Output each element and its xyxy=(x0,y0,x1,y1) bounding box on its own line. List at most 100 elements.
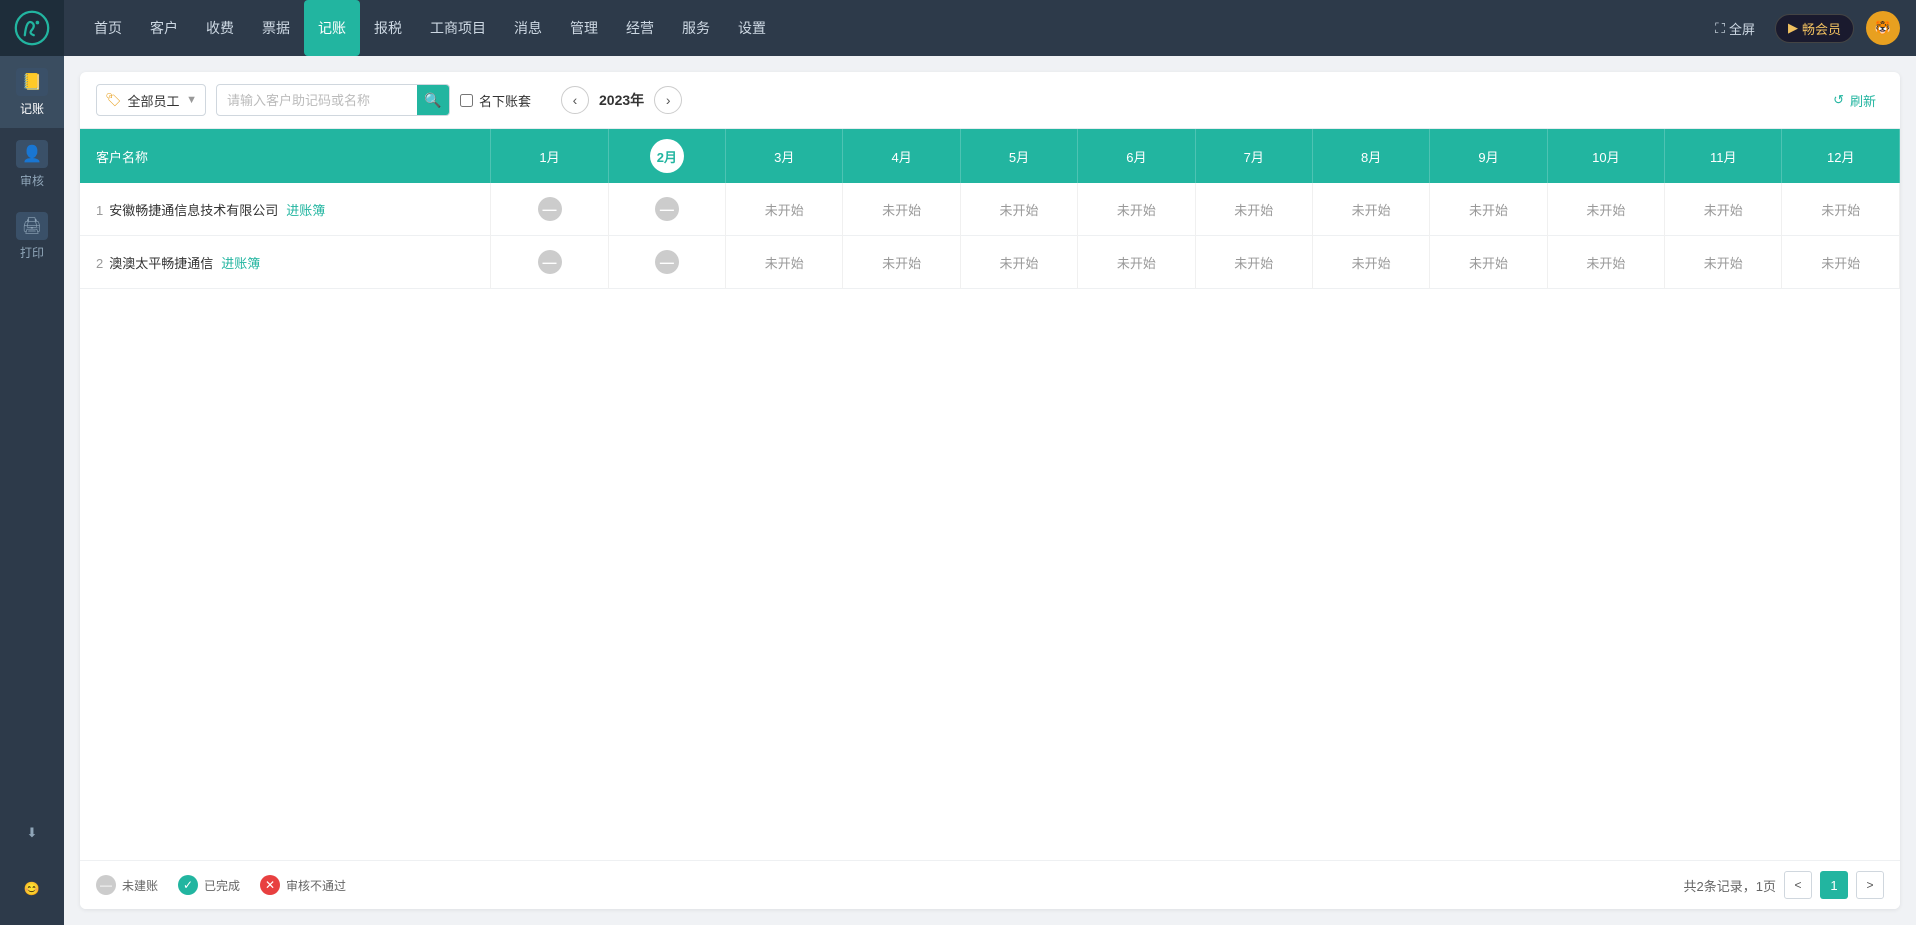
year-next-button[interactable]: › xyxy=(654,86,682,114)
search-button[interactable]: 🔍 xyxy=(417,84,449,116)
enter-ledger-link[interactable]: 进账簿 xyxy=(221,256,260,271)
checkbox-text: 名下账套 xyxy=(479,91,531,110)
fullscreen-button[interactable]: ⛶ 全屏 xyxy=(1707,15,1763,42)
status-not-started: 未开始 xyxy=(1821,256,1860,271)
search-box: 🔍 xyxy=(216,84,450,116)
main-area: 首页 客户 收费 票据 记账 报税 工商项目 消息 管理 经营 服务 设置 ⛶ … xyxy=(64,0,1916,925)
nav-manage[interactable]: 管理 xyxy=(556,0,612,56)
cell-name: 2 澳澳太平畅捷通信进账簿 xyxy=(80,236,491,289)
col-m11: 11月 xyxy=(1665,129,1782,183)
enter-ledger-link[interactable]: 进账簿 xyxy=(286,203,325,218)
download-icon[interactable]: ⬇ xyxy=(8,809,56,857)
status-not-started: 未开始 xyxy=(1234,203,1273,218)
legend-dot-red: ✕ xyxy=(260,875,280,895)
my-accounts-checkbox[interactable] xyxy=(460,94,473,107)
fullscreen-icon: ⛶ xyxy=(1715,20,1725,37)
table-row: 1安徽畅捷通信息技术有限公司进账簿——未开始未开始未开始未开始未开始未开始未开始… xyxy=(80,183,1900,236)
cell-m1: — xyxy=(491,183,608,236)
status-not-started: 未开始 xyxy=(1469,256,1508,271)
col-m12: 12月 xyxy=(1782,129,1900,183)
legend-rejected: ✕ 审核不通过 xyxy=(260,875,346,895)
vip-button[interactable]: ▶ 畅会员 xyxy=(1775,14,1854,43)
nav-billing[interactable]: 收费 xyxy=(192,0,248,56)
legend-completed: ✓ 已完成 xyxy=(178,875,240,895)
col-m1: 1月 xyxy=(491,129,608,183)
search-input[interactable] xyxy=(217,89,417,112)
status-not-started: 未开始 xyxy=(1352,203,1391,218)
cell-m12: 未开始 xyxy=(1782,183,1900,236)
top-navigation: 首页 客户 收费 票据 记账 报税 工商项目 消息 管理 经营 服务 设置 ⛶ … xyxy=(64,0,1916,56)
nav-client[interactable]: 客户 xyxy=(136,0,192,56)
page-current: 1 xyxy=(1820,871,1848,899)
nav-tax[interactable]: 报税 xyxy=(360,0,416,56)
client-name: 澳澳太平畅捷通信 xyxy=(109,256,213,271)
cell-m6: 未开始 xyxy=(1078,183,1195,236)
status-not-started: 未开始 xyxy=(882,256,921,271)
col-m10: 10月 xyxy=(1547,129,1664,183)
status-not-started: 未开始 xyxy=(765,256,804,271)
sidebar-label-ledger: 记账 xyxy=(20,100,44,117)
status-not-started: 未开始 xyxy=(1000,256,1039,271)
page-prev-button[interactable]: < xyxy=(1784,871,1812,899)
col-name: 客户名称 xyxy=(80,129,491,183)
nav-settings[interactable]: 设置 xyxy=(724,0,780,56)
row-number: 2 xyxy=(96,256,103,271)
support-icon[interactable]: 😊 xyxy=(8,865,56,913)
chevron-down-icon: ▼ xyxy=(186,94,197,106)
legend-label-rejected: 审核不通过 xyxy=(286,877,346,894)
year-prev-button[interactable]: ‹ xyxy=(561,86,589,114)
col-m5: 5月 xyxy=(960,129,1077,183)
nav-ledger[interactable]: 记账 xyxy=(304,0,360,56)
legend-dot-teal: ✓ xyxy=(178,875,198,895)
sidebar: 📒 记账 👤 审核 🖨 打印 ⬇ 😊 xyxy=(0,0,64,925)
status-dash-icon: — xyxy=(655,250,679,274)
status-not-started: 未开始 xyxy=(882,203,921,218)
cell-m9: 未开始 xyxy=(1430,183,1547,236)
sidebar-item-ledger[interactable]: 📒 记账 xyxy=(0,56,64,128)
nav-service[interactable]: 服务 xyxy=(668,0,724,56)
year-display: 2023年 xyxy=(599,90,644,110)
nav-message[interactable]: 消息 xyxy=(500,0,556,56)
status-not-started: 未开始 xyxy=(1000,203,1039,218)
cell-name: 1安徽畅捷通信息技术有限公司进账簿 xyxy=(80,183,491,236)
status-not-started: 未开始 xyxy=(1352,256,1391,271)
status-not-started: 未开始 xyxy=(1704,203,1743,218)
filter-label: 全部员工 xyxy=(128,91,180,110)
status-not-started: 未开始 xyxy=(1469,203,1508,218)
cell-m1: — xyxy=(491,236,608,289)
refresh-label: 刷新 xyxy=(1850,91,1876,110)
col-m9: 9月 xyxy=(1430,129,1547,183)
avatar-emoji: 🐯 xyxy=(1875,20,1891,36)
cell-m4: 未开始 xyxy=(843,183,960,236)
cell-m10: 未开始 xyxy=(1547,236,1664,289)
ledger-table: 客户名称 1月 2月 3月 4月 5月 6月 xyxy=(80,129,1900,289)
employee-filter[interactable]: 🏷 全部员工 ▼ xyxy=(96,84,206,116)
my-accounts-checkbox-label[interactable]: 名下账套 xyxy=(460,91,531,110)
sidebar-item-print[interactable]: 🖨 打印 xyxy=(0,200,64,272)
nav-home[interactable]: 首页 xyxy=(80,0,136,56)
fullscreen-label: 全屏 xyxy=(1729,19,1755,38)
col-m2: 2月 xyxy=(608,129,725,183)
nav-invoice[interactable]: 票据 xyxy=(248,0,304,56)
row-number: 1 xyxy=(96,203,103,218)
refresh-button[interactable]: ↺ 刷新 xyxy=(1825,87,1884,114)
cell-m6: 未开始 xyxy=(1078,236,1195,289)
avatar[interactable]: 🐯 xyxy=(1866,11,1900,45)
status-not-started: 未开始 xyxy=(1704,256,1743,271)
status-not-started: 未开始 xyxy=(1586,256,1625,271)
table-wrapper: 客户名称 1月 2月 3月 4月 5月 6月 xyxy=(80,129,1900,860)
active-month-circle: 2月 xyxy=(650,139,684,173)
topnav-right: ⛶ 全屏 ▶ 畅会员 🐯 xyxy=(1707,11,1900,45)
print-icon: 🖨 xyxy=(16,212,48,240)
cell-m4: 未开始 xyxy=(843,236,960,289)
table-header: 客户名称 1月 2月 3月 4月 5月 6月 xyxy=(80,129,1900,183)
status-not-started: 未开始 xyxy=(1821,203,1860,218)
page-next-button[interactable]: > xyxy=(1856,871,1884,899)
pagination: 共2条记录，1页 < 1 > xyxy=(1684,871,1884,899)
pagination-summary: 共2条记录，1页 xyxy=(1684,876,1776,895)
sidebar-item-audit[interactable]: 👤 审核 xyxy=(0,128,64,200)
nav-business[interactable]: 工商项目 xyxy=(416,0,500,56)
status-dash-icon: — xyxy=(655,197,679,221)
nav-operation[interactable]: 经营 xyxy=(612,0,668,56)
cell-m5: 未开始 xyxy=(960,236,1077,289)
